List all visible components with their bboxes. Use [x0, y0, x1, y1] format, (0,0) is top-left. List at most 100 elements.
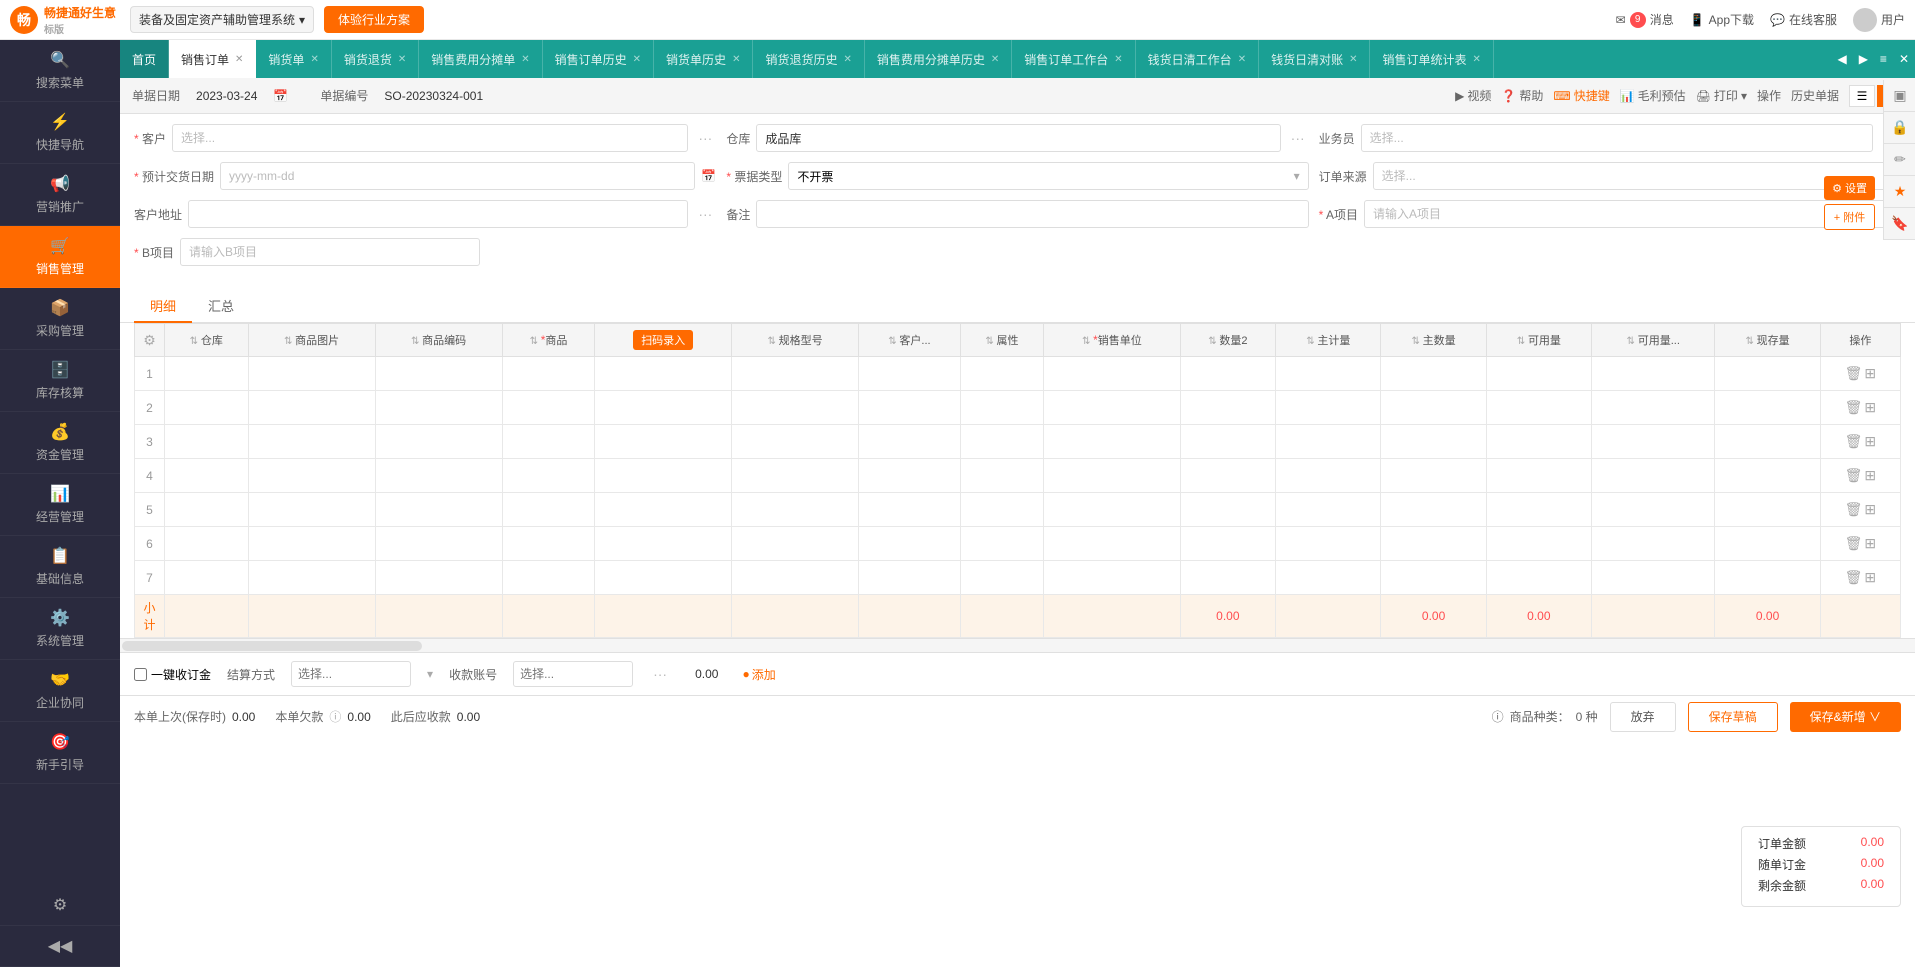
tab-close-sales-stat[interactable]: ✕ [1473, 54, 1481, 65]
settings-action-btn[interactable]: ⚙ 设置 [1824, 176, 1875, 200]
settlement-input[interactable] [291, 661, 411, 687]
tab-close-sales-expense-split[interactable]: ✕ [521, 54, 529, 65]
row-delete-btn-4[interactable]: 🗑 [1845, 467, 1863, 484]
cell-customer-code-4[interactable] [859, 459, 961, 493]
th-scan[interactable]: 扫码录入 [595, 324, 732, 357]
cell-attributes-2[interactable] [960, 391, 1044, 425]
cell-main-unit-1[interactable] [1276, 357, 1381, 391]
cell-main-qty-2[interactable] [1381, 391, 1486, 425]
app-download-btn[interactable]: 📱 App下载 [1690, 11, 1754, 28]
tab-sales-order-workbench[interactable]: 销售订单工作台✕ [1012, 40, 1135, 78]
sidebar-item-sales-mgmt[interactable]: 🛒 销售管理 [0, 226, 120, 288]
cell-warehouse-1[interactable] [165, 357, 249, 391]
profit-btn[interactable]: 📊 毛利预估 [1620, 87, 1686, 104]
cell-scan-1[interactable] [595, 357, 732, 391]
panel-icon-5[interactable]: 🔖 [1884, 208, 1915, 240]
cell-sales-unit-2[interactable] [1044, 391, 1180, 425]
cell-qty2-7[interactable] [1180, 561, 1276, 595]
cell-warehouse-6[interactable] [165, 527, 249, 561]
discard-btn[interactable]: 放弃 [1610, 702, 1676, 732]
order-source-input[interactable] [1373, 162, 1889, 190]
cell-qty2-1[interactable] [1180, 357, 1276, 391]
cell-product-code-5[interactable] [375, 493, 502, 527]
cell-main-unit-5[interactable] [1276, 493, 1381, 527]
tab-prev-btn[interactable]: ◀ [1831, 40, 1852, 78]
tab-sales-return-history[interactable]: 销货单历史✕ [654, 40, 753, 78]
cell-sales-unit-1[interactable] [1044, 357, 1180, 391]
remarks-input[interactable] [756, 200, 1308, 228]
cell-warehouse-3[interactable] [165, 425, 249, 459]
tab-sales-expense-split[interactable]: 销售费用分摊单✕ [419, 40, 542, 78]
user-area[interactable]: 用户 [1853, 8, 1905, 32]
tab-close-sales-refund[interactable]: ✕ [398, 54, 406, 65]
cell-spec-7[interactable] [732, 561, 859, 595]
cell-product-2[interactable] [502, 391, 595, 425]
cell-current-stock-5[interactable] [1715, 493, 1820, 527]
cell-qty2-6[interactable] [1180, 527, 1276, 561]
cell-scan-4[interactable] [595, 459, 732, 493]
cell-product-img-7[interactable] [248, 561, 375, 595]
cell-main-unit-6[interactable] [1276, 527, 1381, 561]
industry-btn[interactable]: 体验行业方案 [324, 6, 424, 33]
cell-current-stock-4[interactable] [1715, 459, 1820, 493]
cell-product-3[interactable] [502, 425, 595, 459]
cell-spec-2[interactable] [732, 391, 859, 425]
cell-sales-unit-7[interactable] [1044, 561, 1180, 595]
cell-main-qty-5[interactable] [1381, 493, 1486, 527]
scan-btn[interactable]: 扫码录入 [633, 330, 693, 350]
tab-close-sales-order-history[interactable]: ✕ [633, 54, 641, 65]
account-ellipsis-btn[interactable]: ··· [649, 666, 671, 682]
tab-sales-refund[interactable]: 销货退货✕ [332, 40, 419, 78]
tab-sales-stat[interactable]: 销售订单统计表✕ [1370, 40, 1493, 78]
tab-cash-daily-workbench[interactable]: 钱货日清工作台✕ [1136, 40, 1259, 78]
row-copy-btn-4[interactable]: ⊞ [1864, 467, 1876, 484]
cell-warehouse-5[interactable] [165, 493, 249, 527]
row-delete-btn-5[interactable]: 🗑 [1845, 501, 1863, 518]
one-click-checkbox-label[interactable]: 一键收订金 [134, 666, 211, 683]
cell-product-5[interactable] [502, 493, 595, 527]
sidebar-item-finance[interactable]: 💰 资金管理 [0, 412, 120, 474]
cell-spec-3[interactable] [732, 425, 859, 459]
tab-close-sales-return-history[interactable]: ✕ [732, 54, 740, 65]
cell-product-code-2[interactable] [375, 391, 502, 425]
cell-available2-7[interactable] [1592, 561, 1715, 595]
cell-available2-2[interactable] [1592, 391, 1715, 425]
message-btn[interactable]: ✉ 9 消息 [1616, 11, 1674, 28]
print-btn[interactable]: 🖨 打印 ▾ [1696, 87, 1747, 104]
cell-available2-3[interactable] [1592, 425, 1715, 459]
cell-product-code-4[interactable] [375, 459, 502, 493]
cell-available-2[interactable] [1486, 391, 1591, 425]
sidebar-item-collapse[interactable]: ◀◀ [0, 926, 120, 967]
cell-current-stock-6[interactable] [1715, 527, 1820, 561]
tab-sales-return[interactable]: 销货单✕ [256, 40, 331, 78]
cell-available2-5[interactable] [1592, 493, 1715, 527]
shortcut-btn[interactable]: ⌨ 快捷键 [1553, 87, 1609, 104]
cell-scan-7[interactable] [595, 561, 732, 595]
sidebar-item-basic-info[interactable]: 📋 基础信息 [0, 536, 120, 598]
cell-current-stock-3[interactable] [1715, 425, 1820, 459]
tab-next-btn[interactable]: ▶ [1853, 40, 1874, 78]
cell-customer-code-6[interactable] [859, 527, 961, 561]
cell-current-stock-7[interactable] [1715, 561, 1820, 595]
cell-available-4[interactable] [1486, 459, 1591, 493]
tab-close-sales-order-workbench[interactable]: ✕ [1114, 54, 1122, 65]
tab-cash-reconcile[interactable]: 钱货日清对账✕ [1259, 40, 1370, 78]
cell-warehouse-4[interactable] [165, 459, 249, 493]
help-btn[interactable]: ❓ 帮助 [1501, 87, 1543, 104]
cell-available2-1[interactable] [1592, 357, 1715, 391]
row-delete-btn-7[interactable]: 🗑 [1845, 569, 1863, 586]
salesperson-input[interactable] [1361, 124, 1873, 152]
cell-qty2-5[interactable] [1180, 493, 1276, 527]
cell-product-img-3[interactable] [248, 425, 375, 459]
sidebar-item-inventory[interactable]: 🗄️ 库存核算 [0, 350, 120, 412]
cell-scan-2[interactable] [595, 391, 732, 425]
sidebar-item-settings[interactable]: ⚙ [0, 885, 120, 926]
row-copy-btn-7[interactable]: ⊞ [1864, 569, 1876, 586]
row-copy-btn-6[interactable]: ⊞ [1864, 535, 1876, 552]
sidebar-item-guide[interactable]: 🎯 新手引导 [0, 722, 120, 784]
cell-qty2-3[interactable] [1180, 425, 1276, 459]
system-selector[interactable]: 装备及固定资产辅助管理系统 ▾ [130, 6, 314, 33]
cell-spec-1[interactable] [732, 357, 859, 391]
cell-product-img-4[interactable] [248, 459, 375, 493]
cell-available-1[interactable] [1486, 357, 1591, 391]
